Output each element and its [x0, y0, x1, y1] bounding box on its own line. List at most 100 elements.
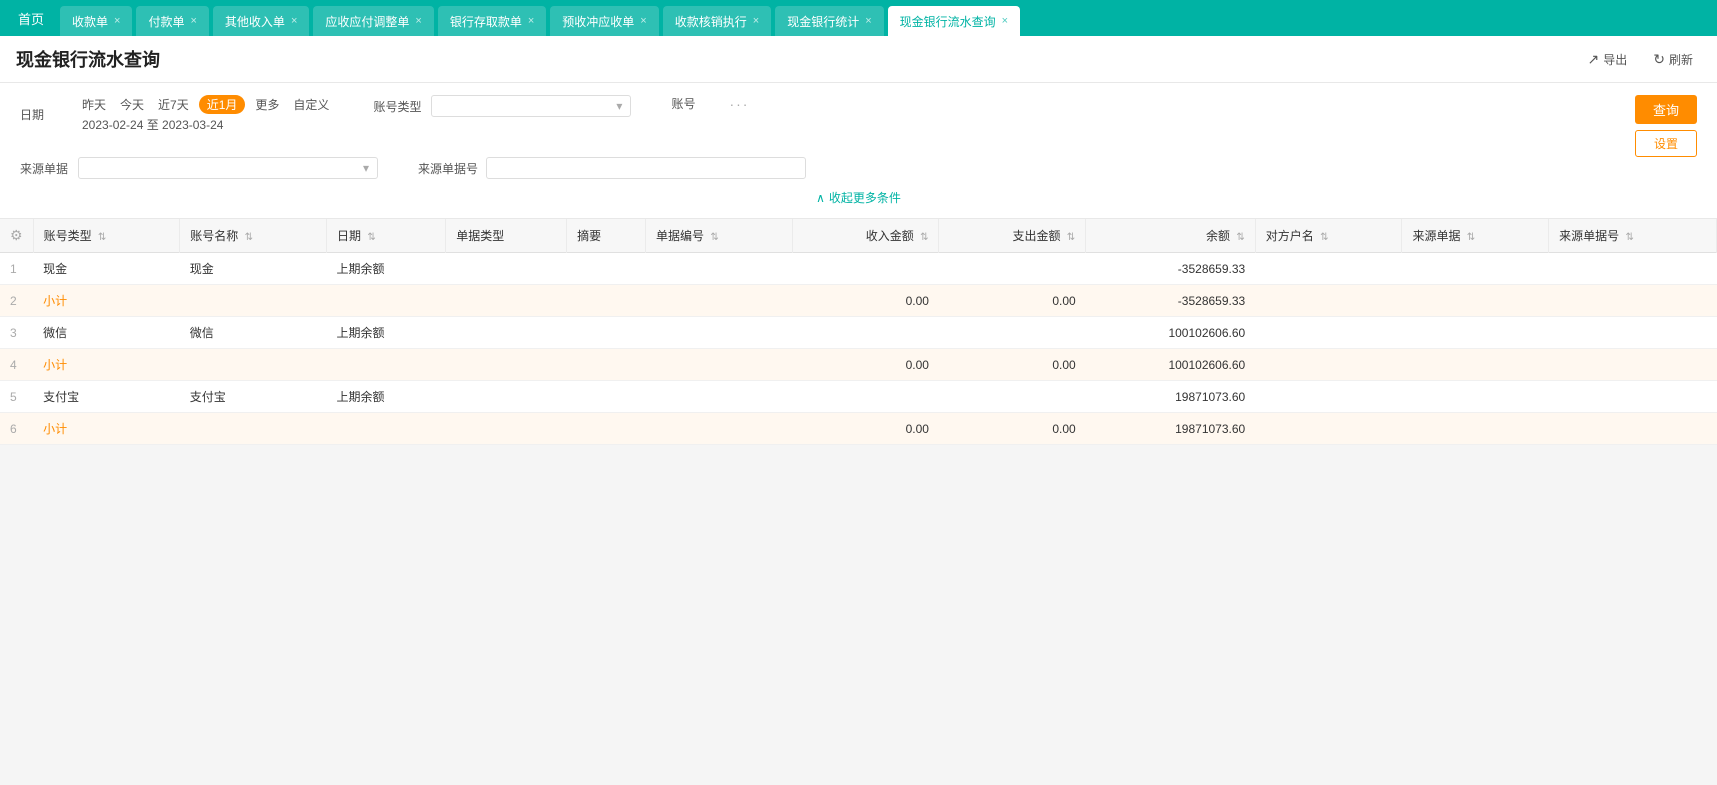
row-num: 3: [0, 317, 33, 349]
date-opt-1month[interactable]: 近1月: [199, 95, 246, 114]
close-tab-4-icon[interactable]: ×: [528, 15, 534, 27]
row-date: 上期余额: [327, 317, 446, 349]
row-summary: [567, 317, 646, 349]
col-source-doc-no[interactable]: 来源单据号 ⇅: [1549, 219, 1717, 253]
nav-tab-2[interactable]: 其他收入单 ×: [213, 6, 309, 36]
close-tab-6-icon[interactable]: ×: [753, 15, 759, 27]
refresh-button[interactable]: ↻ 刷新: [1645, 47, 1701, 72]
nav-tab-4[interactable]: 银行存取款单 ×: [438, 6, 546, 36]
row-date: 上期余额: [327, 381, 446, 413]
nav-tab-5[interactable]: 预收冲应收单 ×: [550, 6, 658, 36]
col-settings[interactable]: ⚙: [0, 219, 33, 253]
account-dots[interactable]: ···: [729, 96, 749, 112]
row-expense: [939, 317, 1086, 349]
filter-area: 日期 昨天 今天 近7天 近1月 更多 自定义 2023-02-24 至 202…: [0, 83, 1717, 219]
date-opt-yesterday[interactable]: 昨天: [78, 95, 110, 114]
col-account-type[interactable]: 账号类型 ⇅: [33, 219, 180, 253]
row-account-type: 小计: [33, 413, 180, 445]
close-tab-2-icon[interactable]: ×: [291, 15, 297, 27]
row-source-doc: [1402, 253, 1549, 285]
sort-expense-icon: ⇅: [1067, 232, 1075, 243]
row-expense: 0.00: [939, 285, 1086, 317]
row-account-name: 微信: [180, 317, 327, 349]
table-row: 1 现金 现金 上期余额 -3528659.33: [0, 253, 1717, 285]
top-nav: 首页 收款单 × 付款单 × 其他收入单 × 应收应付调整单 × 银行存取款单 …: [0, 0, 1717, 36]
table-row: 5 支付宝 支付宝 上期余额 19871073.60: [0, 381, 1717, 413]
table-row: 2 小计 0.00 0.00 -3528659.33: [0, 285, 1717, 317]
close-tab-5-icon[interactable]: ×: [640, 15, 646, 27]
row-account-type: 微信: [33, 317, 180, 349]
nav-tab-3[interactable]: 应收应付调整单 ×: [313, 6, 433, 36]
row-doc-no: [645, 253, 792, 285]
gear-icon[interactable]: ⚙: [10, 227, 23, 243]
sort-income-icon: ⇅: [920, 232, 928, 243]
row-expense: 0.00: [939, 413, 1086, 445]
collapse-button[interactable]: ∧ 收起更多条件: [816, 189, 901, 206]
refresh-icon: ↻: [1653, 51, 1665, 68]
close-tab-8-icon[interactable]: ×: [1002, 15, 1008, 27]
col-doc-no[interactable]: 单据编号 ⇅: [645, 219, 792, 253]
row-date: 上期余额: [327, 253, 446, 285]
sort-source-doc-icon: ⇅: [1467, 232, 1475, 243]
close-tab-1-icon[interactable]: ×: [190, 15, 196, 27]
row-summary: [567, 349, 646, 381]
header-actions: ↗ 导出 ↻ 刷新: [1580, 47, 1702, 72]
account-label: 账号: [671, 95, 721, 112]
row-balance: 100102606.60: [1086, 317, 1256, 349]
row-counterparty: [1255, 349, 1402, 381]
account-type-select[interactable]: ▾: [431, 95, 631, 117]
col-source-doc[interactable]: 来源单据 ⇅: [1402, 219, 1549, 253]
row-account-name: [180, 349, 327, 381]
date-opt-more[interactable]: 更多: [251, 95, 283, 114]
nav-home[interactable]: 首页: [4, 0, 58, 36]
source-doc-no-label: 来源单据号: [418, 160, 478, 177]
row-num: 2: [0, 285, 33, 317]
row-source-doc: [1402, 285, 1549, 317]
row-balance: 19871073.60: [1086, 413, 1256, 445]
row-date: [327, 285, 446, 317]
table-header-row: ⚙ 账号类型 ⇅ 账号名称 ⇅ 日期 ⇅ 单据类型 摘要: [0, 219, 1717, 253]
nav-tab-1[interactable]: 付款单 ×: [136, 6, 208, 36]
row-source-doc-no: [1549, 413, 1717, 445]
query-button[interactable]: 查询: [1635, 95, 1697, 124]
col-balance[interactable]: 余额 ⇅: [1086, 219, 1256, 253]
row-summary: [567, 413, 646, 445]
nav-tab-7[interactable]: 现金银行统计 ×: [775, 6, 883, 36]
row-account-type: 小计: [33, 349, 180, 381]
close-tab-7-icon[interactable]: ×: [865, 15, 871, 27]
date-opt-7days[interactable]: 近7天: [154, 95, 193, 114]
source-doc-filter-group: 来源单据 ▾: [20, 157, 378, 179]
row-expense: [939, 253, 1086, 285]
row-doc-no: [645, 285, 792, 317]
close-tab-3-icon[interactable]: ×: [415, 15, 421, 27]
row-doc-no: [645, 413, 792, 445]
col-expense[interactable]: 支出金额 ⇅: [939, 219, 1086, 253]
nav-tab-6[interactable]: 收款核销执行 ×: [663, 6, 771, 36]
row-source-doc-no: [1549, 349, 1717, 381]
row-source-doc-no: [1549, 285, 1717, 317]
row-doc-type: [446, 285, 567, 317]
nav-tab-8[interactable]: 现金银行流水查询 ×: [888, 6, 1020, 36]
col-income[interactable]: 收入金额 ⇅: [792, 219, 939, 253]
settings-button[interactable]: 设置: [1635, 130, 1697, 157]
col-date[interactable]: 日期 ⇅: [327, 219, 446, 253]
row-doc-no: [645, 349, 792, 381]
row-num: 5: [0, 381, 33, 413]
close-tab-0-icon[interactable]: ×: [114, 15, 120, 27]
export-button[interactable]: ↗ 导出: [1580, 47, 1636, 72]
col-account-name[interactable]: 账号名称 ⇅: [180, 219, 327, 253]
col-doc-type[interactable]: 单据类型: [446, 219, 567, 253]
nav-tab-0[interactable]: 收款单 ×: [60, 6, 132, 36]
date-opt-today[interactable]: 今天: [116, 95, 148, 114]
data-table: ⚙ 账号类型 ⇅ 账号名称 ⇅ 日期 ⇅ 单据类型 摘要: [0, 219, 1717, 445]
col-summary[interactable]: 摘要: [567, 219, 646, 253]
row-summary: [567, 253, 646, 285]
row-account-name: [180, 285, 327, 317]
col-counterparty[interactable]: 对方户名 ⇅: [1255, 219, 1402, 253]
date-opt-custom[interactable]: 自定义: [289, 95, 333, 114]
row-counterparty: [1255, 381, 1402, 413]
sort-account-type-icon: ⇅: [98, 232, 106, 243]
source-doc-select[interactable]: ▾: [78, 157, 378, 179]
account-type-filter-group: 账号类型 ▾: [373, 95, 631, 117]
source-doc-no-input[interactable]: [486, 157, 806, 179]
